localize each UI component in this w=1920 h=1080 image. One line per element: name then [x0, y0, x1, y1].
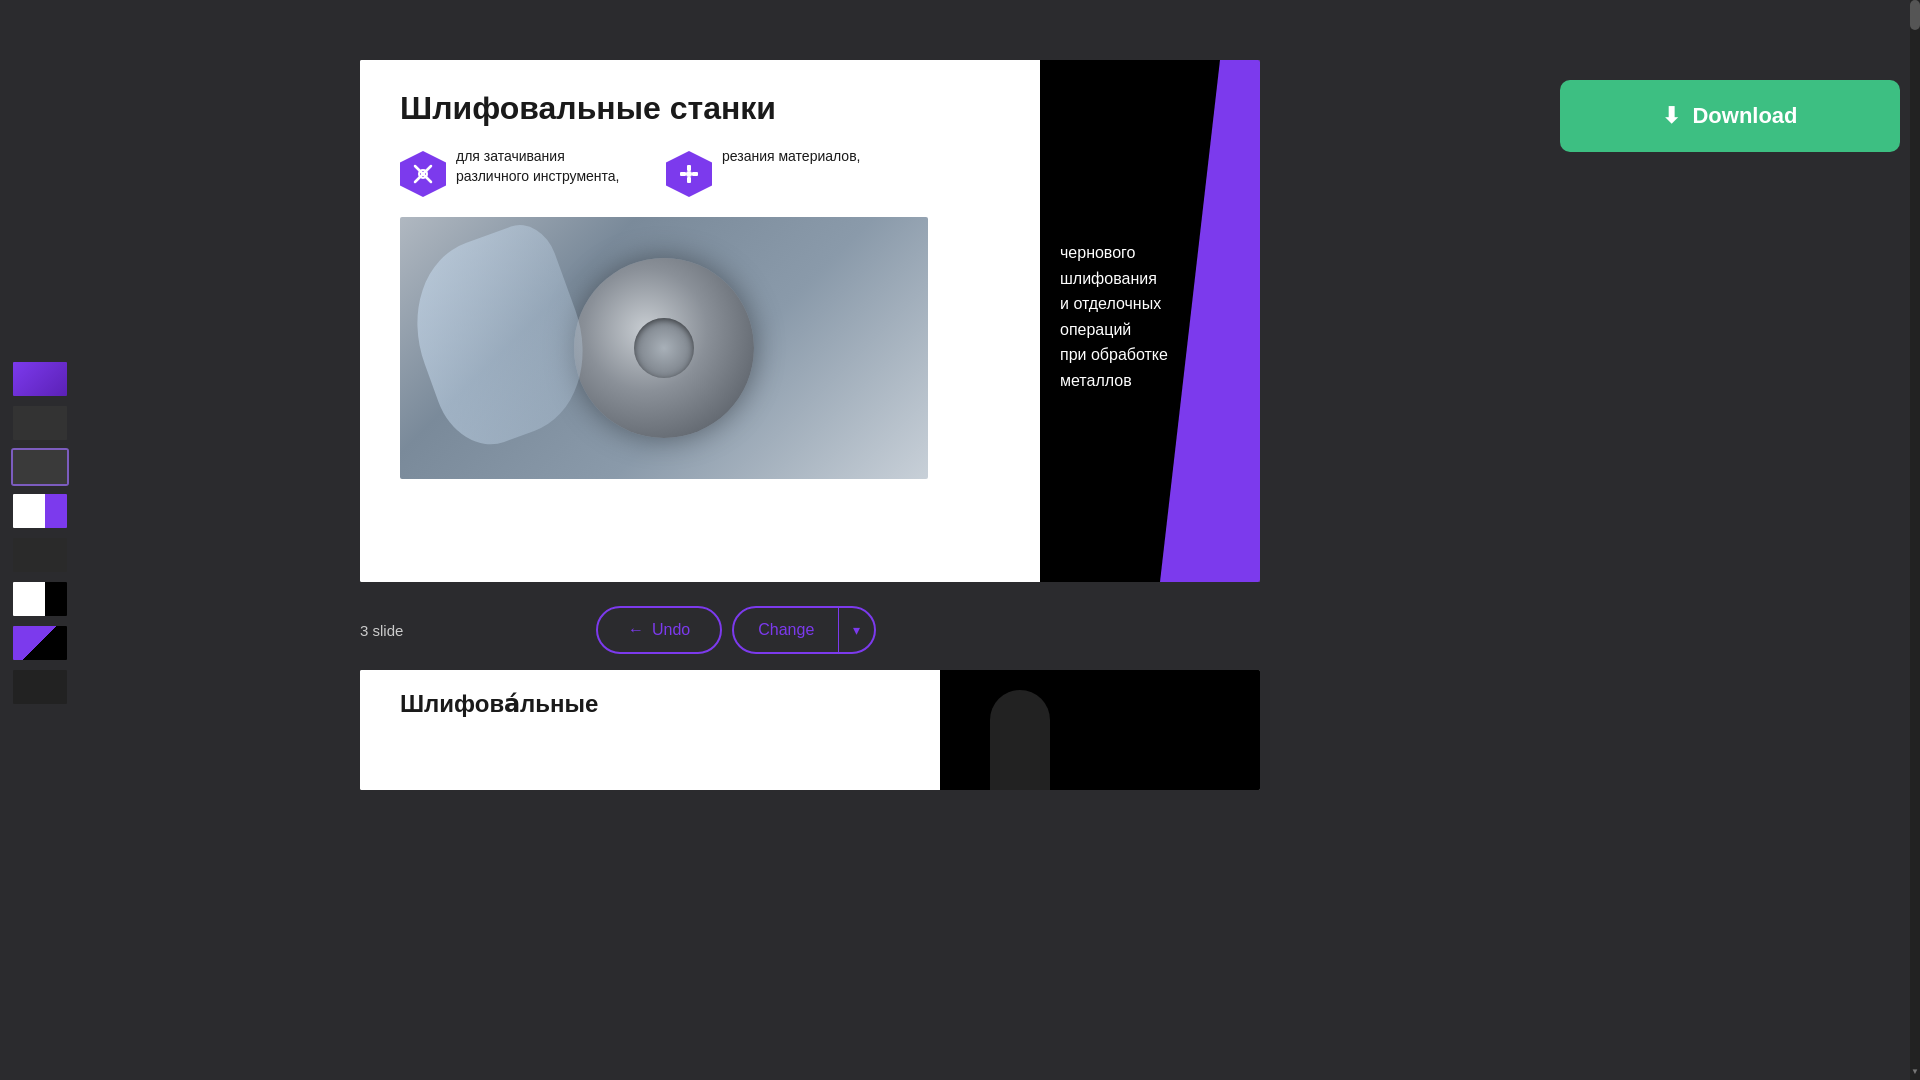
slide-title: Шлифовальные станки — [400, 90, 1010, 127]
slide-count: 3 slide — [360, 622, 420, 639]
slide-thumb-2[interactable] — [11, 404, 69, 442]
hex-icon-1 — [400, 151, 446, 197]
main-content-area: Шлифовальные станки для затачивания разл… — [80, 0, 1540, 1080]
slide-left-area: Шлифовальные станки для затачивания разл… — [360, 60, 1040, 582]
slide-thumb-6[interactable] — [11, 580, 69, 618]
change-button-group[interactable]: Change ▾ — [732, 606, 876, 654]
scrollbar-track: ▲ ▼ — [1910, 0, 1920, 1080]
undo-label: Undo — [652, 621, 690, 639]
grinder-disk-graphic — [574, 258, 754, 438]
slide-bottom-title: Шлифова́льные — [400, 690, 910, 718]
download-label: Download — [1692, 103, 1797, 129]
scroll-down-arrow[interactable]: ▼ — [1910, 1067, 1920, 1076]
undo-icon: ← — [628, 621, 644, 639]
slide-thumb-5[interactable] — [11, 536, 69, 574]
slide-thumb-7[interactable] — [11, 624, 69, 662]
svg-rect-3 — [687, 165, 691, 171]
icon-text-1: для затачивания различного инструмента, — [456, 147, 636, 186]
chevron-down-icon[interactable]: ▾ — [839, 610, 874, 650]
scrollbar-thumb[interactable] — [1910, 0, 1920, 30]
hex-icon-2 — [666, 151, 712, 197]
svg-rect-4 — [687, 177, 691, 183]
slide-bottom-left: Шлифова́льные — [360, 670, 940, 790]
undo-button[interactable]: ← Undo — [596, 606, 722, 654]
controls-center: ← Undo Change ▾ — [596, 606, 876, 654]
slide-thumbnail-sidebar — [0, 0, 80, 1080]
icon-text-2: резания материалов, — [722, 147, 860, 167]
slide-main: Шлифовальные станки для затачивания разл… — [360, 60, 1260, 582]
slide-controls-row: 3 slide ← Undo Change ▾ — [360, 606, 1260, 654]
slide-bottom-right — [940, 670, 1260, 790]
slide-thumb-4[interactable] — [11, 492, 69, 530]
slide-bottom-preview[interactable]: Шлифова́льные — [360, 670, 1260, 790]
slide-thumb-8[interactable] — [11, 668, 69, 706]
slide-thumb-3[interactable] — [11, 448, 69, 486]
download-button[interactable]: ⬇ Download — [1560, 80, 1900, 152]
change-label[interactable]: Change — [734, 609, 838, 651]
svg-rect-6 — [692, 172, 698, 176]
svg-point-7 — [686, 171, 692, 177]
slide-wrapper: Шлифовальные станки для затачивания разл… — [360, 60, 1260, 790]
slide-icons-row: для затачивания различного инструмента, — [400, 147, 1010, 197]
icon-item-1: для затачивания различного инструмента, — [400, 147, 636, 197]
icon-item-2: резания материалов, — [666, 147, 860, 197]
slide-machine-image — [400, 217, 928, 479]
download-icon: ⬇ — [1662, 103, 1680, 129]
slide-thumb-1[interactable] — [11, 360, 69, 398]
right-panel: ⬇ Download — [1540, 0, 1920, 1080]
svg-rect-5 — [680, 172, 686, 176]
